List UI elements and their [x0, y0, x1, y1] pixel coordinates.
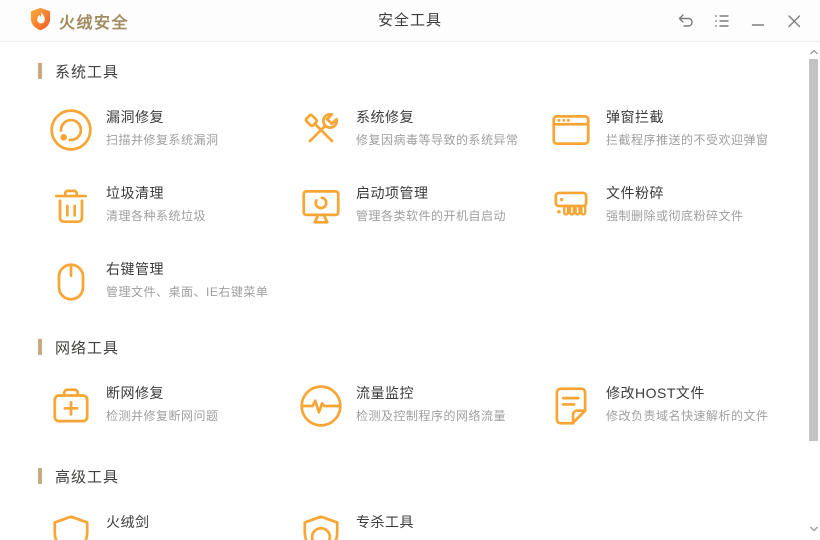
tool-name: 专杀工具 — [356, 514, 414, 530]
section-title-text: 高级工具 — [55, 468, 120, 486]
tool-desc: 管理各类软件的开机自启动 — [356, 209, 507, 223]
tool-text: 流量监控 检测及控制程序的网络流量 — [356, 381, 506, 431]
tool-text: 系统修复 修复因病毒等导致的系统异常 — [356, 105, 519, 155]
host-file-icon — [548, 383, 594, 429]
tool-name: 系统修复 — [356, 109, 414, 125]
app-window: 火绒安全 安全工具 系统工具 漏洞修复 扫描并修复系统漏洞 系统修复 修复因病毒… — [0, 0, 820, 540]
scroll-down-icon[interactable] — [809, 526, 818, 532]
tool-item[interactable]: 火绒剑 — [48, 510, 298, 540]
tool-text: 右键管理 管理文件、桌面、IE右键菜单 — [106, 257, 268, 307]
brand: 火绒安全 — [30, 0, 129, 42]
close-icon — [788, 15, 801, 28]
tool-grid: 漏洞修复 扫描并修复系统漏洞 系统修复 修复因病毒等导致的系统异常 弹窗拦截 拦… — [48, 105, 820, 307]
menu-button[interactable] — [709, 8, 735, 34]
tool-item[interactable]: 断网修复 检测并修复断网问题 — [48, 381, 298, 431]
tool-item[interactable]: 弹窗拦截 拦截程序推送的不受欢迎弹窗 — [548, 105, 798, 155]
tool-name: 火绒剑 — [106, 514, 150, 530]
popup-block-icon — [548, 107, 594, 153]
tool-desc: 修复因病毒等导致的系统异常 — [356, 133, 519, 147]
section-title-text: 网络工具 — [55, 339, 120, 357]
section-header: 网络工具 — [38, 338, 820, 357]
tool-item[interactable]: 专杀工具 — [298, 510, 548, 540]
section: 网络工具 断网修复 检测并修复断网问题 流量监控 检测及控制程序的网络流量 修改… — [0, 338, 820, 431]
tool-text: 垃圾清理 清理各种系统垃圾 — [106, 181, 206, 231]
huorong-sword-icon — [48, 512, 94, 540]
tool-text: 断网修复 检测并修复断网问题 — [106, 381, 219, 431]
startup-manager-icon — [298, 183, 344, 229]
window-controls — [673, 0, 807, 42]
tool-grid: 断网修复 检测并修复断网问题 流量监控 检测及控制程序的网络流量 修改HOST文… — [48, 381, 820, 431]
tool-text: 火绒剑 — [106, 510, 150, 540]
section-header: 高级工具 — [38, 467, 820, 486]
tool-item[interactable]: 系统修复 修复因病毒等导致的系统异常 — [298, 105, 548, 155]
tool-text: 启动项管理 管理各类软件的开机自启动 — [356, 181, 506, 231]
minimize-button[interactable] — [745, 8, 771, 34]
tool-desc: 扫描并修复系统漏洞 — [106, 133, 219, 147]
tool-desc: 检测及控制程序的网络流量 — [356, 409, 507, 423]
section-header: 系统工具 — [38, 62, 820, 81]
special-kill-icon — [298, 512, 344, 540]
app-logo-icon — [30, 7, 51, 36]
tool-item[interactable]: 文件粉碎 强制删除或彻底粉碎文件 — [548, 181, 798, 231]
right-click-manager-icon — [48, 259, 94, 305]
tool-desc: 清理各种系统垃圾 — [106, 209, 207, 223]
tool-text: 专杀工具 — [356, 510, 414, 540]
tool-text: 修改HOST文件 修改负责域名快速解析的文件 — [606, 381, 769, 431]
section-accent-bar — [38, 63, 42, 79]
tool-desc: 检测并修复断网问题 — [106, 409, 219, 423]
section: 高级工具 火绒剑 专杀工具 — [0, 467, 820, 540]
tool-name: 启动项管理 — [356, 185, 429, 201]
tool-desc: 强制删除或彻底粉碎文件 — [606, 209, 744, 223]
minimize-icon — [751, 24, 765, 26]
tool-item[interactable]: 修改HOST文件 修改负责域名快速解析的文件 — [548, 381, 798, 431]
section-title-text: 系统工具 — [55, 63, 120, 81]
network-repair-icon — [48, 383, 94, 429]
tool-desc: 拦截程序推送的不受欢迎弹窗 — [606, 133, 769, 147]
junk-clean-icon — [48, 183, 94, 229]
tool-item[interactable]: 垃圾清理 清理各种系统垃圾 — [48, 181, 298, 231]
brand-name: 火绒安全 — [59, 15, 130, 32]
tool-name: 漏洞修复 — [106, 109, 164, 125]
tool-name: 流量监控 — [356, 385, 414, 401]
tool-text: 漏洞修复 扫描并修复系统漏洞 — [106, 105, 219, 155]
tool-name: 垃圾清理 — [106, 185, 164, 201]
section-accent-bar — [38, 468, 42, 484]
tool-name: 修改HOST文件 — [606, 385, 705, 401]
back-icon — [678, 14, 693, 27]
tool-name: 断网修复 — [106, 385, 164, 401]
scrollbar[interactable] — [807, 43, 820, 540]
section: 系统工具 漏洞修复 扫描并修复系统漏洞 系统修复 修复因病毒等导致的系统异常 弹… — [0, 62, 820, 307]
tool-text: 弹窗拦截 拦截程序推送的不受欢迎弹窗 — [606, 105, 769, 155]
tool-desc: 管理文件、桌面、IE右键菜单 — [106, 285, 269, 299]
tool-item[interactable]: 启动项管理 管理各类软件的开机自启动 — [298, 181, 548, 231]
tool-name: 弹窗拦截 — [606, 109, 664, 125]
tools-container: 系统工具 漏洞修复 扫描并修复系统漏洞 系统修复 修复因病毒等导致的系统异常 弹… — [0, 43, 820, 540]
tool-grid: 火绒剑 专杀工具 — [48, 510, 820, 540]
tool-desc: 修改负责域名快速解析的文件 — [606, 409, 769, 423]
titlebar: 火绒安全 安全工具 — [0, 0, 820, 42]
traffic-monitor-icon — [298, 383, 344, 429]
vulnerability-repair-icon — [48, 107, 94, 153]
file-shredder-icon — [548, 183, 594, 229]
back-button[interactable] — [673, 8, 699, 34]
tool-text: 文件粉碎 强制删除或彻底粉碎文件 — [606, 181, 744, 231]
tool-item[interactable]: 流量监控 检测及控制程序的网络流量 — [298, 381, 548, 431]
system-repair-icon — [298, 107, 344, 153]
scroll-up-icon[interactable] — [809, 49, 818, 55]
tool-name: 文件粉碎 — [606, 185, 664, 201]
tool-name: 右键管理 — [106, 261, 164, 277]
scrollbar-thumb[interactable] — [809, 59, 818, 441]
section-accent-bar — [38, 339, 42, 355]
tool-item[interactable]: 右键管理 管理文件、桌面、IE右键菜单 — [48, 257, 298, 307]
close-button[interactable] — [781, 8, 807, 34]
menu-list-icon — [715, 15, 729, 27]
tool-item[interactable]: 漏洞修复 扫描并修复系统漏洞 — [48, 105, 298, 155]
